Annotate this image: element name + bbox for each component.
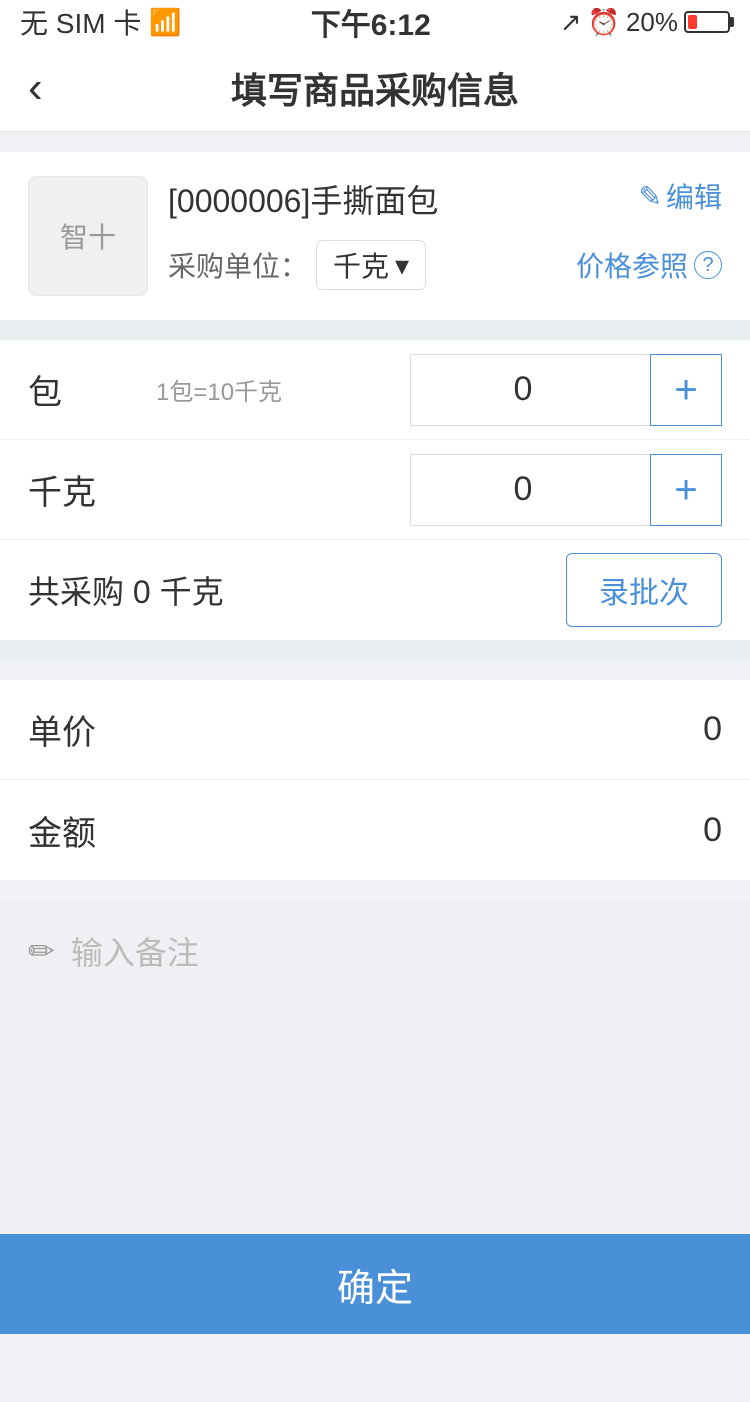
amount-label: 金额 bbox=[28, 806, 96, 855]
total-row: 共采购 0 千克 录批次 bbox=[0, 540, 750, 640]
amount-row: 金额 0 bbox=[0, 780, 750, 880]
purchase-unit: 采购单位： 千克 ▾ bbox=[168, 240, 426, 290]
kg-input-control: + bbox=[410, 454, 722, 526]
unit-dropdown[interactable]: 千克 ▾ bbox=[316, 240, 426, 290]
bag-input-control: + bbox=[410, 354, 722, 426]
kg-label: 千克 bbox=[28, 465, 148, 514]
note-placeholder: 输入备注 bbox=[71, 928, 199, 974]
kg-quantity-input[interactable] bbox=[410, 454, 650, 526]
unit-price-label: 单价 bbox=[28, 705, 96, 754]
bag-sub-label: 1包=10千克 bbox=[156, 372, 282, 407]
battery-icon bbox=[684, 11, 730, 33]
section-divider-1 bbox=[0, 320, 750, 340]
nav-bar: ‹ 填写商品采购信息 bbox=[0, 44, 750, 132]
carrier-text: 无 SIM 卡 bbox=[20, 2, 141, 42]
back-button[interactable]: ‹ bbox=[28, 66, 43, 110]
wifi-icon: 📶 bbox=[149, 7, 181, 38]
bag-plus-button[interactable]: + bbox=[650, 354, 722, 426]
product-card: 智十 [0000006]手撕面包 ✎ 编辑 采购单位： 千克 ▾ bbox=[0, 152, 750, 320]
status-right: ↗ ⏰ 20% bbox=[560, 7, 730, 38]
pencil-icon: ✏ bbox=[28, 932, 55, 970]
unit-price-value: 0 bbox=[703, 710, 722, 749]
page-title: 填写商品采购信息 bbox=[231, 62, 519, 114]
product-info: [0000006]手撕面包 ✎ 编辑 采购单位： 千克 ▾ 价格参照 ? bbox=[168, 176, 722, 290]
kg-input-row: 千克 + bbox=[0, 440, 750, 540]
section-divider-2 bbox=[0, 640, 750, 660]
price-reference-button[interactable]: 价格参照 ? bbox=[576, 245, 722, 285]
product-name: [0000006]手撕面包 bbox=[168, 176, 438, 222]
product-image: 智十 bbox=[28, 176, 148, 296]
location-icon: ↗ bbox=[560, 7, 582, 38]
product-meta: 采购单位： 千克 ▾ 价格参照 ? bbox=[168, 240, 722, 290]
amount-value: 0 bbox=[703, 811, 722, 850]
time-display: 下午6:12 bbox=[311, 0, 431, 44]
edit-button[interactable]: ✎ 编辑 bbox=[639, 176, 722, 216]
confirm-button[interactable]: 确定 bbox=[0, 1234, 750, 1334]
status-left: 无 SIM 卡 📶 bbox=[20, 2, 182, 42]
battery-percent: 20% bbox=[626, 7, 678, 38]
price-section: 单价 0 金额 0 bbox=[0, 680, 750, 880]
dropdown-arrow: ▾ bbox=[395, 249, 409, 282]
edit-icon: ✎ bbox=[639, 180, 662, 213]
unit-price-row: 单价 0 bbox=[0, 680, 750, 780]
status-bar: 无 SIM 卡 📶 下午6:12 ↗ ⏰ 20% bbox=[0, 0, 750, 44]
alarm-icon: ⏰ bbox=[588, 7, 620, 38]
bag-quantity-input[interactable] bbox=[410, 354, 650, 426]
kg-plus-button[interactable]: + bbox=[650, 454, 722, 526]
note-section[interactable]: ✏ 输入备注 bbox=[0, 900, 750, 1002]
product-header: [0000006]手撕面包 ✎ 编辑 bbox=[168, 176, 722, 222]
record-batch-button[interactable]: 录批次 bbox=[566, 553, 722, 627]
info-icon: ? bbox=[694, 251, 722, 279]
bag-input-row: 包 1包=10千克 + bbox=[0, 340, 750, 440]
input-section: 包 1包=10千克 + 千克 + bbox=[0, 340, 750, 540]
total-label: 共采购 0 千克 bbox=[28, 567, 224, 613]
bag-label: 包 bbox=[28, 365, 148, 414]
